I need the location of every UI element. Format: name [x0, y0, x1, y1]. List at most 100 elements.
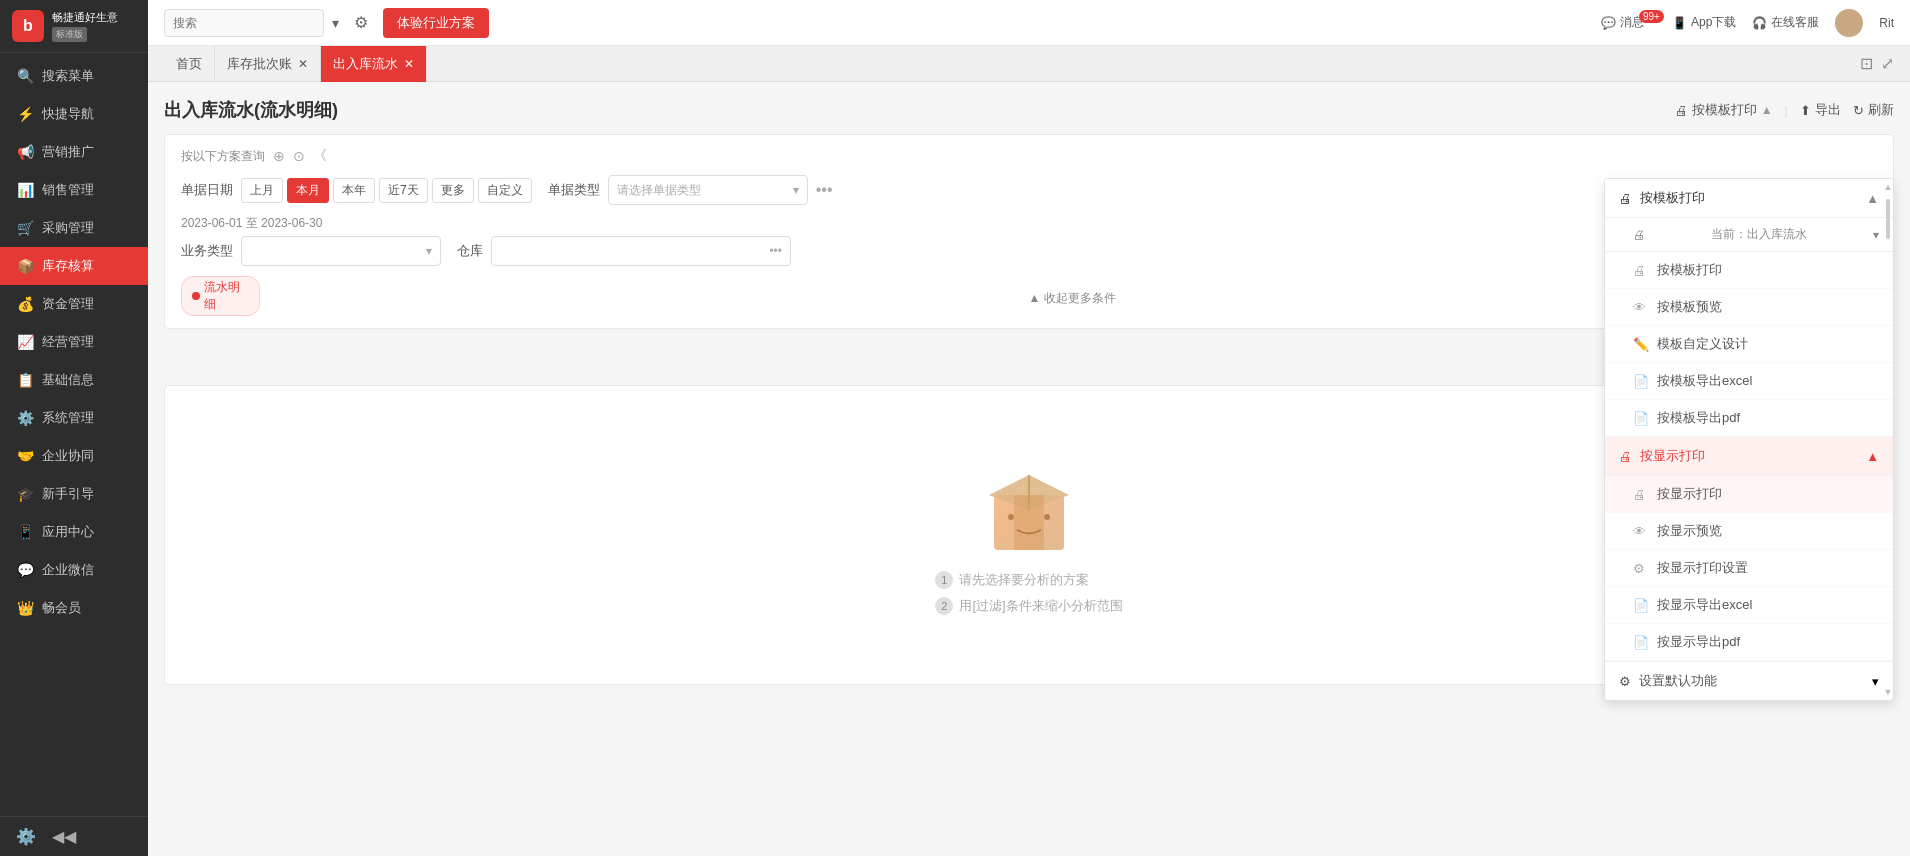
sidebar-label-guide: 新手引导 [42, 485, 94, 503]
filter-item-doc-type: 单据类型 请选择单据类型 ▾ ••• [548, 175, 833, 205]
template-print-section-header[interactable]: 🖨 按模板打印 ▲ [1605, 179, 1893, 218]
sidebar-item-purchase[interactable]: 🛒 采购管理 [0, 209, 148, 247]
print-button[interactable]: 🖨 按模板打印 ▲ [1675, 101, 1773, 119]
sidebar-item-finance[interactable]: 💰 资金管理 [0, 285, 148, 323]
sidebar-label-search: 搜索菜单 [42, 67, 94, 85]
tab-inventory-flow[interactable]: 出入库流水 ✕ [321, 46, 427, 82]
sidebar-nav: 🔍 搜索菜单 ⚡ 快捷导航 📢 营销推广 📊 销售管理 🛒 采购管理 📦 库存核… [0, 53, 148, 816]
sidebar-item-marketing[interactable]: 📢 营销推广 [0, 133, 148, 171]
sidebar-item-vip[interactable]: 👑 畅会员 [0, 589, 148, 627]
doc-type-more-icon[interactable]: ••• [816, 181, 833, 199]
settings-gear-icon[interactable]: ⚙ [347, 9, 375, 37]
inventory-icon: 📦 [16, 257, 34, 275]
tabs-right: ⊡ ⤢ [1860, 54, 1894, 73]
sidebar-item-system[interactable]: ⚙️ 系统管理 [0, 399, 148, 437]
template-export-excel-label: 按模板导出excel [1657, 372, 1752, 390]
display-export-excel-label: 按显示导出excel [1657, 596, 1752, 614]
sidebar-label-inventory: 库存核算 [42, 257, 94, 275]
tab-batch-account[interactable]: 库存批次账 ✕ [215, 46, 321, 82]
preview-icon-2: 👁 [1633, 524, 1649, 539]
online-service-button[interactable]: 🎧 在线客服 [1752, 14, 1819, 31]
avatar[interactable] [1835, 9, 1863, 37]
settings-bottom-icon[interactable]: ⚙️ [16, 827, 36, 846]
hint-text-1: 请先选择要分析的方案 [959, 571, 1089, 589]
scroll-up-icon[interactable]: ▲ [1881, 179, 1894, 195]
template-print-chevron: ▲ [1866, 191, 1879, 206]
template-preview-item[interactable]: 👁 按模板预览 [1605, 289, 1893, 326]
sidebar-bottom: ⚙️ ◀◀ [0, 816, 148, 856]
restore-icon[interactable]: ⊡ [1860, 54, 1873, 73]
date-btn-prev-month[interactable]: 上月 [241, 178, 283, 203]
date-btn-last-7-days[interactable]: 近7天 [379, 178, 428, 203]
warehouse-label: 仓库 [457, 242, 483, 260]
date-btn-current-month[interactable]: 本月 [287, 178, 329, 203]
sidebar-item-inventory[interactable]: 📦 库存核算 [0, 247, 148, 285]
display-print-chevron: ▲ [1866, 449, 1879, 464]
search-dropdown-icon[interactable]: ▾ [332, 15, 339, 31]
message-button[interactable]: 💬 消息 99+ [1601, 14, 1656, 31]
collapse-label: 收起更多条件 [1044, 290, 1116, 307]
template-print-item[interactable]: 🖨 按模板打印 [1605, 252, 1893, 289]
display-export-excel-item[interactable]: 📄 按显示导出excel [1605, 587, 1893, 624]
search-input[interactable] [164, 9, 324, 37]
tab-home[interactable]: 首页 [164, 46, 215, 82]
system-icon: ⚙️ [16, 409, 34, 427]
sidebar-item-enterprise[interactable]: 🤝 企业协同 [0, 437, 148, 475]
top-header: ▾ ⚙ 体验行业方案 💬 消息 99+ 📱 App下载 🎧 在线客服 Rit [148, 0, 1910, 46]
preview-icon-1: 👁 [1633, 300, 1649, 315]
display-print-title: 🖨 按显示打印 [1619, 447, 1705, 465]
export-button[interactable]: ⬆ 导出 [1800, 101, 1841, 119]
sidebar-item-guide[interactable]: 🎓 新手引导 [0, 475, 148, 513]
template-export-pdf-item[interactable]: 📄 按模板导出pdf [1605, 400, 1893, 437]
app-download-button[interactable]: 📱 App下载 [1672, 14, 1736, 31]
title-actions: 🖨 按模板打印 ▲ | ⬆ 导出 ↻ 刷新 [1675, 101, 1894, 119]
date-btn-custom[interactable]: 自定义 [478, 178, 532, 203]
scroll-down-icon[interactable]: ▼ [1881, 684, 1894, 700]
business-type-select[interactable]: ▾ [241, 236, 441, 266]
display-print-section-header[interactable]: 🖨 按显示打印 ▲ [1605, 437, 1893, 476]
scrollbar[interactable]: ▲ ▼ [1885, 179, 1891, 700]
filter-collapse-icon[interactable]: 《 [313, 147, 327, 165]
sidebar-item-sales[interactable]: 📊 销售管理 [0, 171, 148, 209]
template-export-pdf-label: 按模板导出pdf [1657, 409, 1740, 427]
collapse-sidebar-icon[interactable]: ◀◀ [52, 827, 76, 846]
maximize-icon[interactable]: ⤢ [1881, 54, 1894, 73]
hint-num-2: 2 [935, 597, 953, 615]
filter-header: 按以下方案查询 ⊕ ⊙ 《 [181, 147, 1877, 165]
filter-add-icon[interactable]: ⊕ [273, 148, 285, 164]
display-export-pdf-item[interactable]: 📄 按显示导出pdf [1605, 624, 1893, 661]
sidebar-logo: b 畅捷通好生意 标准版 [0, 0, 148, 53]
quick-nav-icon: ⚡ [16, 105, 34, 123]
date-btn-more[interactable]: 更多 [432, 178, 474, 203]
date-buttons: 上月 本月 本年 近7天 更多 自定义 [241, 178, 532, 203]
filter-label: 按以下方案查询 [181, 148, 265, 165]
set-default-section[interactable]: ⚙ 设置默认功能 ▾ [1605, 661, 1893, 700]
sidebar-item-search[interactable]: 🔍 搜索菜单 [0, 57, 148, 95]
display-print-item[interactable]: 🖨 按显示打印 [1605, 476, 1893, 513]
sidebar-item-basic-info[interactable]: 📋 基础信息 [0, 361, 148, 399]
date-btn-current-year[interactable]: 本年 [333, 178, 375, 203]
sidebar-item-operations[interactable]: 📈 经营管理 [0, 323, 148, 361]
display-preview-item[interactable]: 👁 按显示预览 [1605, 513, 1893, 550]
scroll-thumb[interactable] [1886, 199, 1890, 239]
app-center-icon: 📱 [16, 523, 34, 541]
template-custom-item[interactable]: ✏️ 模板自定义设计 [1605, 326, 1893, 363]
tab-batch-account-close-icon[interactable]: ✕ [298, 58, 308, 70]
sidebar-item-app-center[interactable]: 📱 应用中心 [0, 513, 148, 551]
template-export-excel-item[interactable]: 📄 按模板导出excel [1605, 363, 1893, 400]
tab-inventory-flow-close-icon[interactable]: ✕ [404, 58, 414, 70]
warehouse-select[interactable]: ••• [491, 236, 791, 266]
filter-badge-flow[interactable]: 流水明细 [181, 276, 260, 316]
username-label[interactable]: Rit [1879, 16, 1894, 30]
filter-settings-icon[interactable]: ⊙ [293, 148, 305, 164]
sidebar-item-quick-nav[interactable]: ⚡ 快捷导航 [0, 95, 148, 133]
sidebar-label-marketing: 营销推广 [42, 143, 94, 161]
doc-type-select[interactable]: 请选择单据类型 ▾ [608, 175, 808, 205]
refresh-button[interactable]: ↻ 刷新 [1853, 101, 1894, 119]
set-default-title: ⚙ 设置默认功能 [1619, 672, 1717, 690]
print-icon-display: 🖨 [1619, 449, 1632, 464]
sidebar-item-wechat[interactable]: 💬 企业微信 [0, 551, 148, 589]
trial-industry-button[interactable]: 体验行业方案 [383, 8, 489, 38]
current-template-item[interactable]: 🖨 当前：出入库流水 ▾ [1605, 218, 1893, 252]
display-print-settings-item[interactable]: ⚙ 按显示打印设置 [1605, 550, 1893, 587]
